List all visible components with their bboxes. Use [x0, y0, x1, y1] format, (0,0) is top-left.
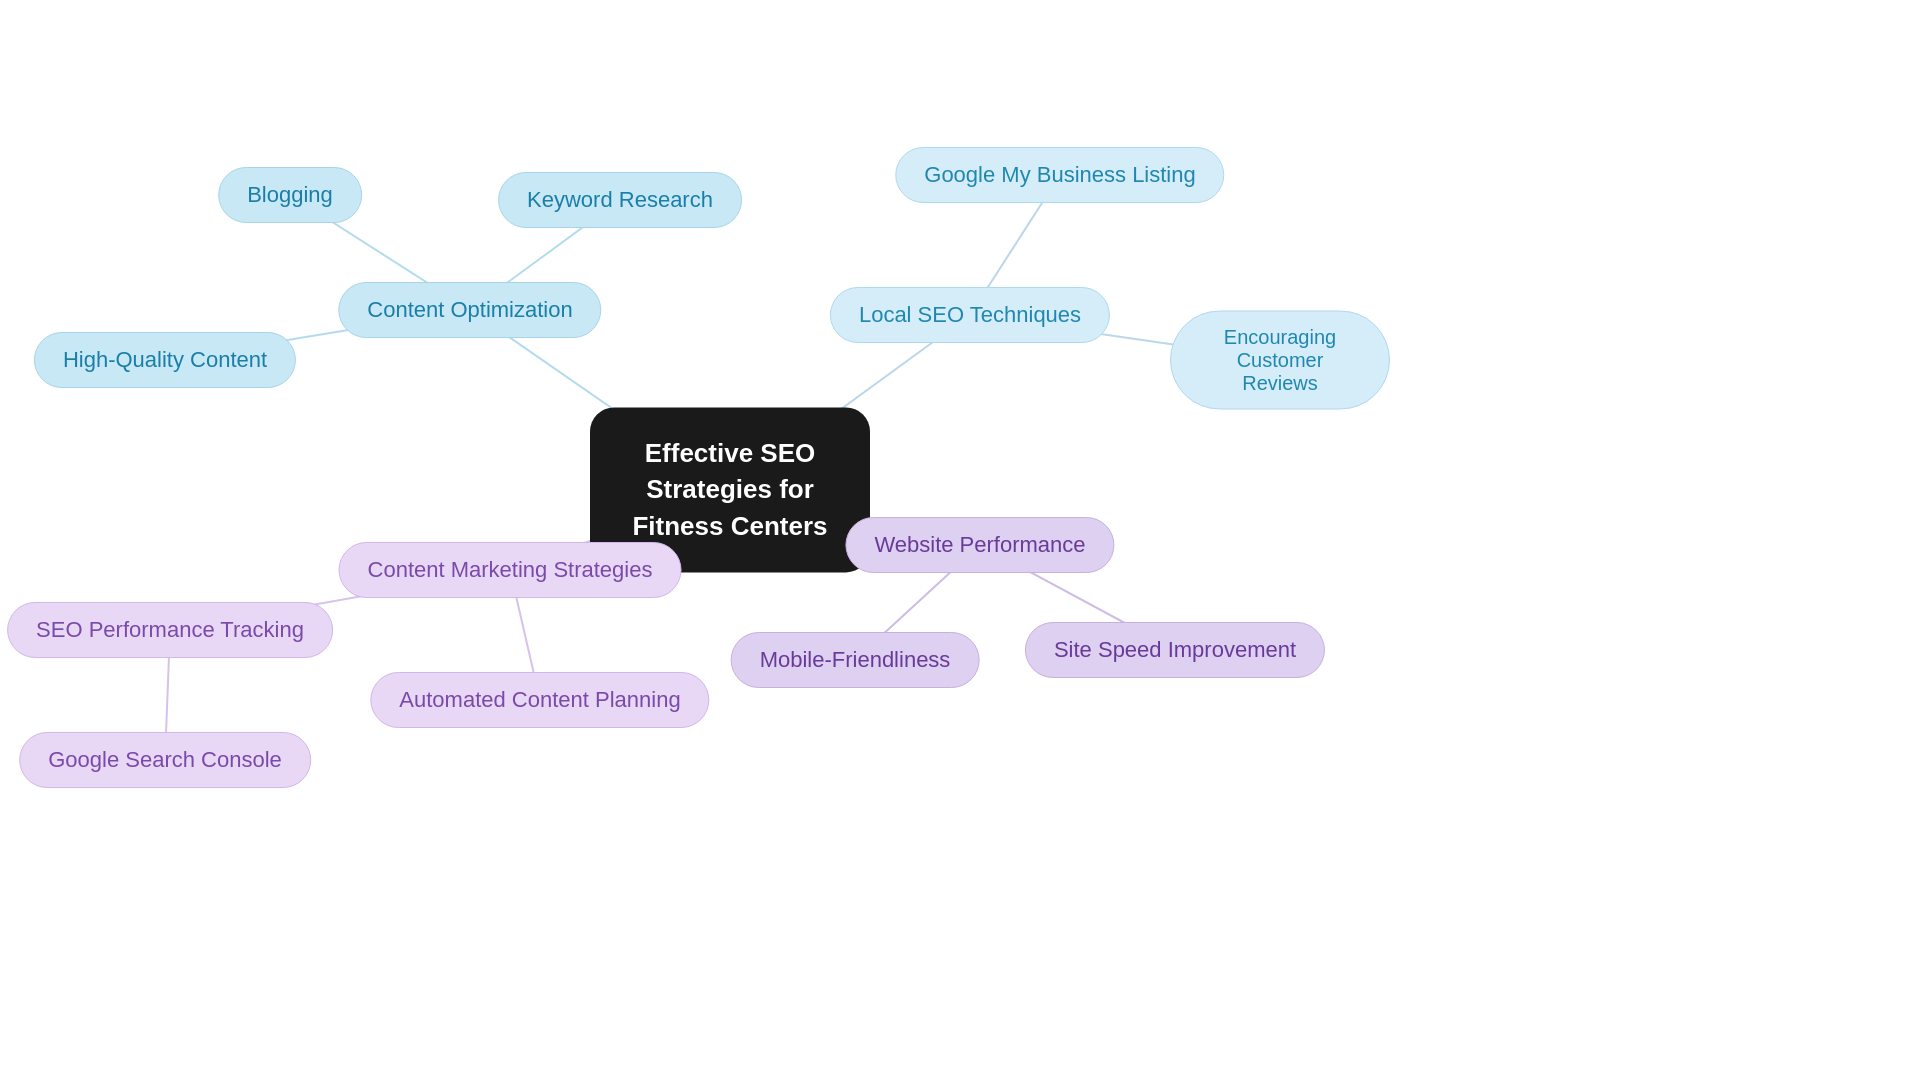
node-site-speed[interactable]: Site Speed Improvement	[1025, 622, 1325, 678]
node-label: Automated Content Planning	[399, 687, 680, 713]
node-encouraging-reviews[interactable]: Encouraging Customer Reviews	[1170, 311, 1390, 410]
node-label: Site Speed Improvement	[1054, 637, 1296, 663]
node-label: Google Search Console	[48, 747, 282, 773]
node-label: High-Quality Content	[63, 347, 267, 373]
node-label: Content Optimization	[367, 297, 572, 323]
node-label: Google My Business Listing	[924, 162, 1195, 188]
node-content-marketing[interactable]: Content Marketing Strategies	[339, 542, 682, 598]
node-high-quality-content[interactable]: High-Quality Content	[34, 332, 296, 388]
node-label: SEO Performance Tracking	[36, 617, 304, 643]
node-label: Encouraging Customer Reviews	[1199, 326, 1361, 395]
node-label: Mobile-Friendliness	[760, 647, 951, 673]
node-website-performance[interactable]: Website Performance	[845, 517, 1114, 573]
node-label: Content Marketing Strategies	[368, 557, 653, 583]
node-google-my-business[interactable]: Google My Business Listing	[895, 147, 1224, 203]
node-content-optimization[interactable]: Content Optimization	[338, 282, 601, 338]
node-label: Website Performance	[874, 532, 1085, 558]
node-mobile-friendliness[interactable]: Mobile-Friendliness	[731, 632, 980, 688]
node-local-seo[interactable]: Local SEO Techniques	[830, 287, 1110, 343]
mindmap-container: Effective SEO Strategies for Fitness Cen…	[0, 0, 1920, 1083]
node-automated-content[interactable]: Automated Content Planning	[370, 672, 709, 728]
center-node-label: Effective SEO Strategies for Fitness Cen…	[632, 435, 828, 544]
node-label: Keyword Research	[527, 187, 713, 213]
node-google-search-console[interactable]: Google Search Console	[19, 732, 311, 788]
node-label: Blogging	[247, 182, 333, 208]
node-blogging[interactable]: Blogging	[218, 167, 362, 223]
node-seo-performance[interactable]: SEO Performance Tracking	[7, 602, 333, 658]
node-keyword-research[interactable]: Keyword Research	[498, 172, 742, 228]
node-label: Local SEO Techniques	[859, 302, 1081, 328]
